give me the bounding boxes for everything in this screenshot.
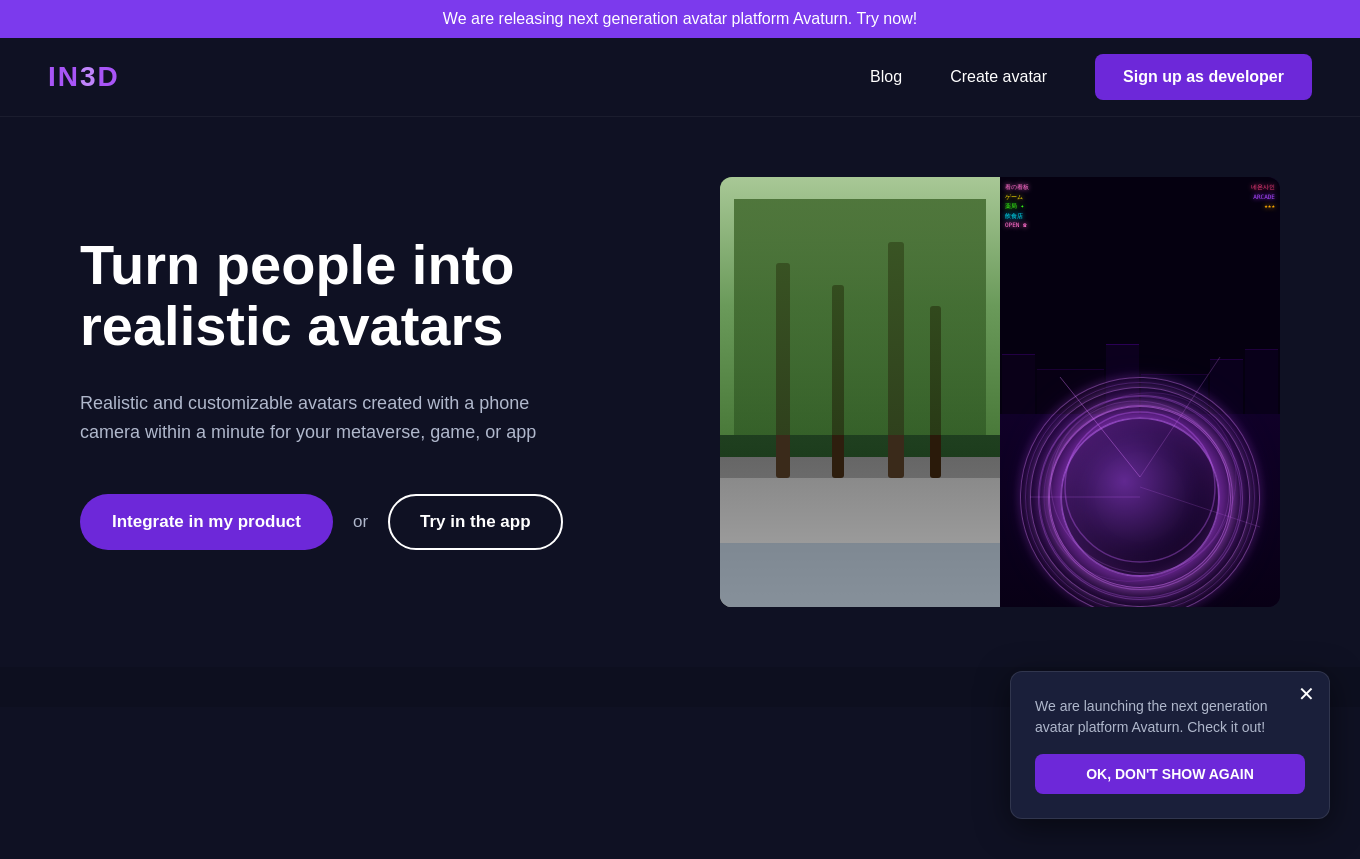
orb-sphere — [1060, 417, 1220, 577]
logo[interactable]: IN3D — [48, 61, 120, 93]
neon-background: 看の看板 ゲーム 薬局 ✦ 飲食店 OPEN ☎ 네온사인 ARCADE ★★★ — [1000, 177, 1280, 607]
hero-section: Turn people into realistic avatars Reali… — [0, 117, 1360, 667]
integrate-button[interactable]: Integrate in my product — [80, 494, 333, 550]
or-separator: or — [353, 512, 368, 532]
nav-links: Blog Create avatar Sign up as developer — [870, 54, 1312, 100]
hero-image-trees — [720, 177, 1000, 607]
nav-blog[interactable]: Blog — [870, 68, 902, 86]
popup-notification: ✕ We are launching the next generation a… — [1010, 671, 1330, 819]
banner-text: We are releasing next generation avatar … — [443, 10, 917, 27]
popup-ok-button[interactable]: OK, DON'T SHOW AGAIN — [1035, 754, 1305, 794]
hero-subtitle: Realistic and customizable avatars creat… — [80, 389, 580, 447]
hero-buttons: Integrate in my product or Try in the ap… — [80, 494, 660, 550]
signup-button[interactable]: Sign up as developer — [1095, 54, 1312, 100]
popup-close-button[interactable]: ✕ — [1298, 684, 1315, 704]
top-banner[interactable]: We are releasing next generation avatar … — [0, 0, 1360, 38]
navbar: IN3D Blog Create avatar Sign up as devel… — [0, 38, 1360, 117]
hero-content: Turn people into realistic avatars Reali… — [80, 234, 660, 551]
try-app-button[interactable]: Try in the app — [388, 494, 563, 550]
hero-image: 看の看板 ゲーム 薬局 ✦ 飲食店 OPEN ☎ 네온사인 ARCADE ★★★ — [720, 177, 1280, 607]
hero-image-neon: 看の看板 ゲーム 薬局 ✦ 飲食店 OPEN ☎ 네온사인 ARCADE ★★★ — [1000, 177, 1280, 607]
nav-create-avatar[interactable]: Create avatar — [950, 68, 1047, 86]
trees-background — [720, 177, 1000, 607]
avatar-orb — [1060, 417, 1220, 577]
popup-text: We are launching the next generation ava… — [1035, 696, 1305, 738]
hero-title: Turn people into realistic avatars — [80, 234, 660, 357]
